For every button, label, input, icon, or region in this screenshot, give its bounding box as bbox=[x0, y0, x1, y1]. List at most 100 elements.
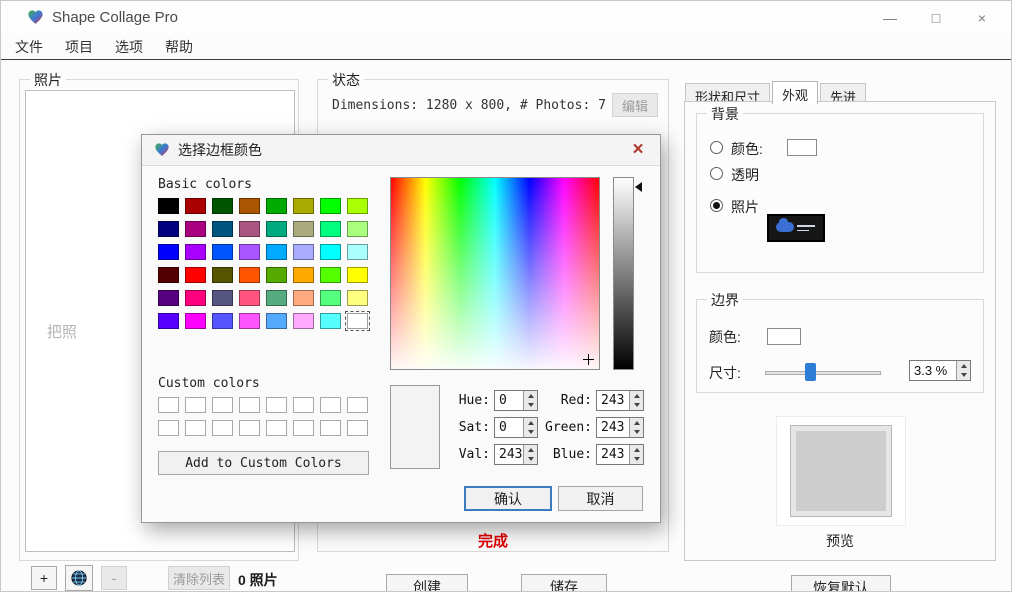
basic-color-swatch[interactable] bbox=[266, 198, 287, 214]
sat-spinner[interactable]: 0 bbox=[494, 417, 538, 438]
menu-item-file[interactable]: 文件 bbox=[5, 34, 53, 60]
val-spin-buttons[interactable] bbox=[523, 445, 537, 464]
basic-color-swatch[interactable] bbox=[185, 290, 206, 306]
add-photo-button[interactable]: + bbox=[31, 566, 57, 590]
basic-color-swatch[interactable] bbox=[212, 221, 233, 237]
hue-spin-buttons[interactable] bbox=[523, 391, 537, 410]
border-size-slider[interactable] bbox=[765, 371, 881, 375]
basic-color-swatch[interactable] bbox=[293, 267, 314, 283]
basic-color-swatch[interactable] bbox=[239, 198, 260, 214]
border-size-slider-handle[interactable] bbox=[805, 363, 816, 381]
custom-color-swatch[interactable] bbox=[320, 397, 341, 413]
menu-item-options[interactable]: 选项 bbox=[105, 34, 153, 60]
custom-color-swatch[interactable] bbox=[320, 420, 341, 436]
green-spinner[interactable]: 243 bbox=[596, 417, 644, 438]
basic-color-swatch[interactable] bbox=[185, 221, 206, 237]
border-color-swatch[interactable] bbox=[767, 328, 801, 345]
basic-color-swatch[interactable] bbox=[293, 198, 314, 214]
basic-color-swatch[interactable] bbox=[212, 313, 233, 329]
custom-color-swatch[interactable] bbox=[293, 420, 314, 436]
custom-color-swatch[interactable] bbox=[266, 420, 287, 436]
menu-item-help[interactable]: 帮助 bbox=[155, 34, 203, 60]
spin-down-icon[interactable] bbox=[957, 371, 970, 381]
custom-color-swatch[interactable] bbox=[212, 420, 233, 436]
basic-color-swatch[interactable] bbox=[345, 311, 370, 331]
background-photo-radio[interactable] bbox=[710, 199, 723, 212]
sat-spin-buttons[interactable] bbox=[523, 418, 537, 437]
dialog-close-button[interactable]: × bbox=[626, 138, 650, 162]
add-web-photo-button[interactable] bbox=[65, 565, 93, 591]
custom-color-swatch[interactable] bbox=[266, 397, 287, 413]
basic-color-swatch[interactable] bbox=[185, 313, 206, 329]
basic-color-swatch[interactable] bbox=[185, 267, 206, 283]
custom-color-swatch[interactable] bbox=[158, 420, 179, 436]
custom-color-swatch[interactable] bbox=[212, 397, 233, 413]
add-to-custom-colors-button[interactable]: Add to Custom Colors bbox=[158, 451, 369, 475]
basic-color-swatch[interactable] bbox=[320, 290, 341, 306]
basic-color-swatch[interactable] bbox=[185, 198, 206, 214]
custom-color-swatch[interactable] bbox=[185, 420, 206, 436]
basic-color-swatch[interactable] bbox=[239, 267, 260, 283]
basic-color-swatch[interactable] bbox=[293, 244, 314, 260]
border-size-spin-buttons[interactable] bbox=[956, 361, 970, 380]
close-button[interactable]: × bbox=[959, 1, 1005, 34]
ok-button[interactable]: 确认 bbox=[464, 486, 552, 511]
blue-spinner[interactable]: 243 bbox=[596, 444, 644, 465]
basic-color-swatch[interactable] bbox=[266, 313, 287, 329]
custom-color-swatch[interactable] bbox=[239, 397, 260, 413]
background-color-radio[interactable] bbox=[710, 141, 723, 154]
basic-color-swatch[interactable] bbox=[347, 267, 368, 283]
hue-spinner[interactable]: 0 bbox=[494, 390, 538, 411]
basic-color-swatch[interactable] bbox=[158, 267, 179, 283]
basic-color-swatch[interactable] bbox=[239, 313, 260, 329]
basic-color-swatch[interactable] bbox=[266, 290, 287, 306]
maximize-button[interactable]: □ bbox=[913, 1, 959, 34]
basic-color-swatch[interactable] bbox=[347, 290, 368, 306]
custom-color-swatch[interactable] bbox=[185, 397, 206, 413]
save-button[interactable]: 储存 bbox=[521, 574, 607, 591]
custom-color-swatch[interactable] bbox=[347, 420, 368, 436]
basic-color-swatch[interactable] bbox=[347, 221, 368, 237]
custom-color-swatch[interactable] bbox=[347, 397, 368, 413]
basic-color-swatch[interactable] bbox=[320, 244, 341, 260]
red-spinner[interactable]: 243 bbox=[596, 390, 644, 411]
basic-color-swatch[interactable] bbox=[347, 198, 368, 214]
edit-button[interactable]: 编辑 bbox=[612, 93, 658, 117]
background-transparent-radio[interactable] bbox=[710, 167, 723, 180]
cancel-button[interactable]: 取消 bbox=[558, 486, 643, 511]
blue-spin-buttons[interactable] bbox=[629, 445, 643, 464]
basic-color-swatch[interactable] bbox=[293, 313, 314, 329]
basic-color-swatch[interactable] bbox=[158, 221, 179, 237]
basic-color-swatch[interactable] bbox=[347, 244, 368, 260]
basic-color-swatch[interactable] bbox=[185, 244, 206, 260]
value-slider[interactable] bbox=[613, 177, 634, 370]
clear-list-button[interactable]: 清除列表 bbox=[168, 566, 230, 590]
create-button[interactable]: 创建 bbox=[386, 574, 468, 591]
border-size-spinner[interactable]: 3.3 % bbox=[909, 360, 971, 381]
basic-color-swatch[interactable] bbox=[212, 290, 233, 306]
basic-color-swatch[interactable] bbox=[239, 221, 260, 237]
basic-color-swatch[interactable] bbox=[266, 267, 287, 283]
basic-color-swatch[interactable] bbox=[293, 290, 314, 306]
basic-color-swatch[interactable] bbox=[212, 198, 233, 214]
background-color-swatch[interactable] bbox=[787, 139, 817, 156]
hue-saturation-picker[interactable] bbox=[390, 177, 600, 370]
basic-color-swatch[interactable] bbox=[320, 267, 341, 283]
basic-color-swatch[interactable] bbox=[158, 244, 179, 260]
basic-color-swatch[interactable] bbox=[158, 313, 179, 329]
spin-up-icon[interactable] bbox=[957, 361, 970, 371]
val-spinner[interactable]: 243 bbox=[494, 444, 538, 465]
custom-color-swatch[interactable] bbox=[158, 397, 179, 413]
remove-photo-button[interactable]: - bbox=[101, 566, 127, 590]
basic-color-swatch[interactable] bbox=[320, 221, 341, 237]
minimize-button[interactable]: — bbox=[867, 1, 913, 34]
basic-color-swatch[interactable] bbox=[266, 221, 287, 237]
restore-defaults-button[interactable]: 恢复默认 bbox=[791, 575, 891, 591]
basic-color-swatch[interactable] bbox=[212, 244, 233, 260]
tab-appearance[interactable]: 外观 bbox=[772, 81, 819, 104]
basic-color-swatch[interactable] bbox=[158, 290, 179, 306]
basic-color-swatch[interactable] bbox=[266, 244, 287, 260]
basic-color-swatch[interactable] bbox=[239, 244, 260, 260]
custom-color-swatch[interactable] bbox=[293, 397, 314, 413]
basic-color-swatch[interactable] bbox=[212, 267, 233, 283]
